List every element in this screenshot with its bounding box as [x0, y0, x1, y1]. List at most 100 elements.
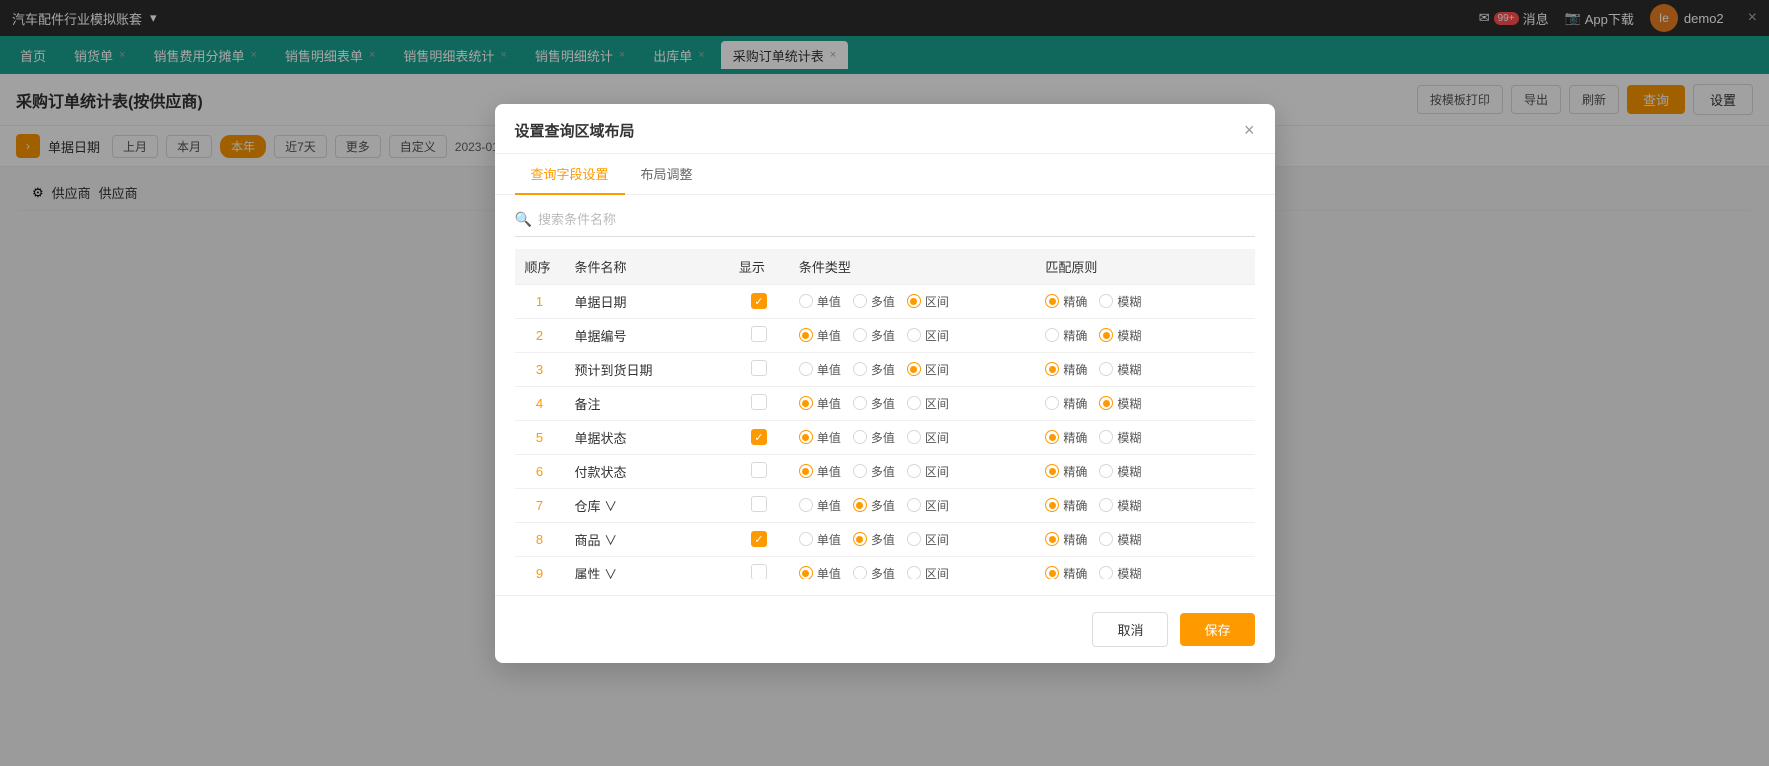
type-radio-item[interactable]: 区间	[907, 463, 949, 480]
match-radio-icon[interactable]	[1045, 532, 1059, 546]
type-radio-item[interactable]: 多值	[853, 531, 895, 548]
match-radio-icon[interactable]	[1099, 566, 1113, 579]
tab-layout-adjust[interactable]: 布局调整	[625, 154, 709, 195]
display-checkbox[interactable]	[751, 429, 767, 445]
match-radio-item[interactable]: 精确	[1045, 429, 1087, 446]
match-radio-item[interactable]: 模糊	[1099, 497, 1141, 514]
match-radio-icon[interactable]	[1045, 498, 1059, 512]
type-radio-item[interactable]: 区间	[907, 565, 949, 579]
type-radio-item[interactable]: 区间	[907, 395, 949, 412]
match-radio-item[interactable]: 模糊	[1099, 327, 1141, 344]
type-radio-item[interactable]: 单值	[799, 429, 841, 446]
type-radio-icon[interactable]	[799, 430, 813, 444]
type-radio-item[interactable]: 单值	[799, 497, 841, 514]
type-radio-icon[interactable]	[907, 498, 921, 512]
match-radio-icon[interactable]	[1045, 396, 1059, 410]
type-radio-icon[interactable]	[853, 498, 867, 512]
type-radio-icon[interactable]	[853, 430, 867, 444]
match-radio-item[interactable]: 模糊	[1099, 531, 1141, 548]
match-radio-item[interactable]: 模糊	[1099, 395, 1141, 412]
type-radio-item[interactable]: 区间	[907, 361, 949, 378]
match-radio-icon[interactable]	[1099, 498, 1113, 512]
type-radio-icon[interactable]	[907, 396, 921, 410]
match-radio-icon[interactable]	[1045, 362, 1059, 376]
match-radio-item[interactable]: 模糊	[1099, 429, 1141, 446]
type-radio-item[interactable]: 多值	[853, 429, 895, 446]
type-radio-icon[interactable]	[853, 328, 867, 342]
match-radio-item[interactable]: 精确	[1045, 565, 1087, 579]
match-radio-icon[interactable]	[1099, 464, 1113, 478]
match-radio-icon[interactable]	[1099, 328, 1113, 342]
type-radio-icon[interactable]	[853, 396, 867, 410]
match-radio-item[interactable]: 精确	[1045, 395, 1087, 412]
tab-query-fields[interactable]: 查询字段设置	[515, 154, 625, 195]
type-radio-item[interactable]: 多值	[853, 395, 895, 412]
type-radio-item[interactable]: 单值	[799, 293, 841, 310]
type-radio-item[interactable]: 区间	[907, 531, 949, 548]
match-radio-item[interactable]: 精确	[1045, 361, 1087, 378]
cancel-button[interactable]: 取消	[1092, 612, 1168, 647]
type-radio-item[interactable]: 多值	[853, 565, 895, 579]
type-radio-icon[interactable]	[853, 464, 867, 478]
type-radio-item[interactable]: 多值	[853, 327, 895, 344]
match-radio-item[interactable]: 模糊	[1099, 361, 1141, 378]
type-radio-icon[interactable]	[799, 294, 813, 308]
match-radio-icon[interactable]	[1099, 396, 1113, 410]
match-radio-item[interactable]: 精确	[1045, 531, 1087, 548]
match-radio-icon[interactable]	[1045, 294, 1059, 308]
match-radio-item[interactable]: 精确	[1045, 463, 1087, 480]
display-checkbox[interactable]	[751, 496, 767, 512]
type-radio-item[interactable]: 区间	[907, 429, 949, 446]
type-radio-icon[interactable]	[853, 294, 867, 308]
type-radio-icon[interactable]	[799, 498, 813, 512]
display-checkbox[interactable]	[751, 394, 767, 410]
match-radio-icon[interactable]	[1045, 430, 1059, 444]
type-radio-icon[interactable]	[799, 362, 813, 376]
type-radio-item[interactable]: 多值	[853, 497, 895, 514]
type-radio-item[interactable]: 多值	[853, 463, 895, 480]
type-radio-icon[interactable]	[907, 328, 921, 342]
type-radio-icon[interactable]	[853, 566, 867, 579]
match-radio-icon[interactable]	[1099, 430, 1113, 444]
type-radio-icon[interactable]	[799, 464, 813, 478]
modal-close-button[interactable]: ×	[1244, 121, 1255, 139]
type-radio-item[interactable]: 单值	[799, 565, 841, 579]
type-radio-icon[interactable]	[799, 532, 813, 546]
display-checkbox[interactable]	[751, 293, 767, 309]
type-radio-item[interactable]: 区间	[907, 293, 949, 310]
type-radio-icon[interactable]	[799, 328, 813, 342]
type-radio-icon[interactable]	[799, 396, 813, 410]
type-radio-item[interactable]: 单值	[799, 531, 841, 548]
match-radio-icon[interactable]	[1045, 328, 1059, 342]
type-radio-item[interactable]: 单值	[799, 327, 841, 344]
match-radio-icon[interactable]	[1099, 294, 1113, 308]
match-radio-icon[interactable]	[1099, 362, 1113, 376]
display-checkbox[interactable]	[751, 564, 767, 579]
type-radio-item[interactable]: 区间	[907, 327, 949, 344]
type-radio-icon[interactable]	[907, 532, 921, 546]
match-radio-icon[interactable]	[1045, 566, 1059, 579]
type-radio-icon[interactable]	[853, 362, 867, 376]
type-radio-item[interactable]: 多值	[853, 361, 895, 378]
type-radio-icon[interactable]	[907, 294, 921, 308]
type-radio-item[interactable]: 单值	[799, 463, 841, 480]
type-radio-item[interactable]: 多值	[853, 293, 895, 310]
type-radio-icon[interactable]	[907, 430, 921, 444]
type-radio-icon[interactable]	[853, 532, 867, 546]
display-checkbox[interactable]	[751, 360, 767, 376]
match-radio-item[interactable]: 模糊	[1099, 565, 1141, 579]
display-checkbox[interactable]	[751, 462, 767, 478]
match-radio-item[interactable]: 精确	[1045, 293, 1087, 310]
match-radio-item[interactable]: 模糊	[1099, 463, 1141, 480]
type-radio-icon[interactable]	[907, 566, 921, 579]
type-radio-icon[interactable]	[907, 362, 921, 376]
match-radio-item[interactable]: 模糊	[1099, 293, 1141, 310]
type-radio-item[interactable]: 单值	[799, 395, 841, 412]
save-button[interactable]: 保存	[1180, 613, 1254, 646]
match-radio-icon[interactable]	[1099, 532, 1113, 546]
type-radio-icon[interactable]	[907, 464, 921, 478]
type-radio-item[interactable]: 区间	[907, 497, 949, 514]
match-radio-icon[interactable]	[1045, 464, 1059, 478]
type-radio-item[interactable]: 单值	[799, 361, 841, 378]
type-radio-icon[interactable]	[799, 566, 813, 579]
